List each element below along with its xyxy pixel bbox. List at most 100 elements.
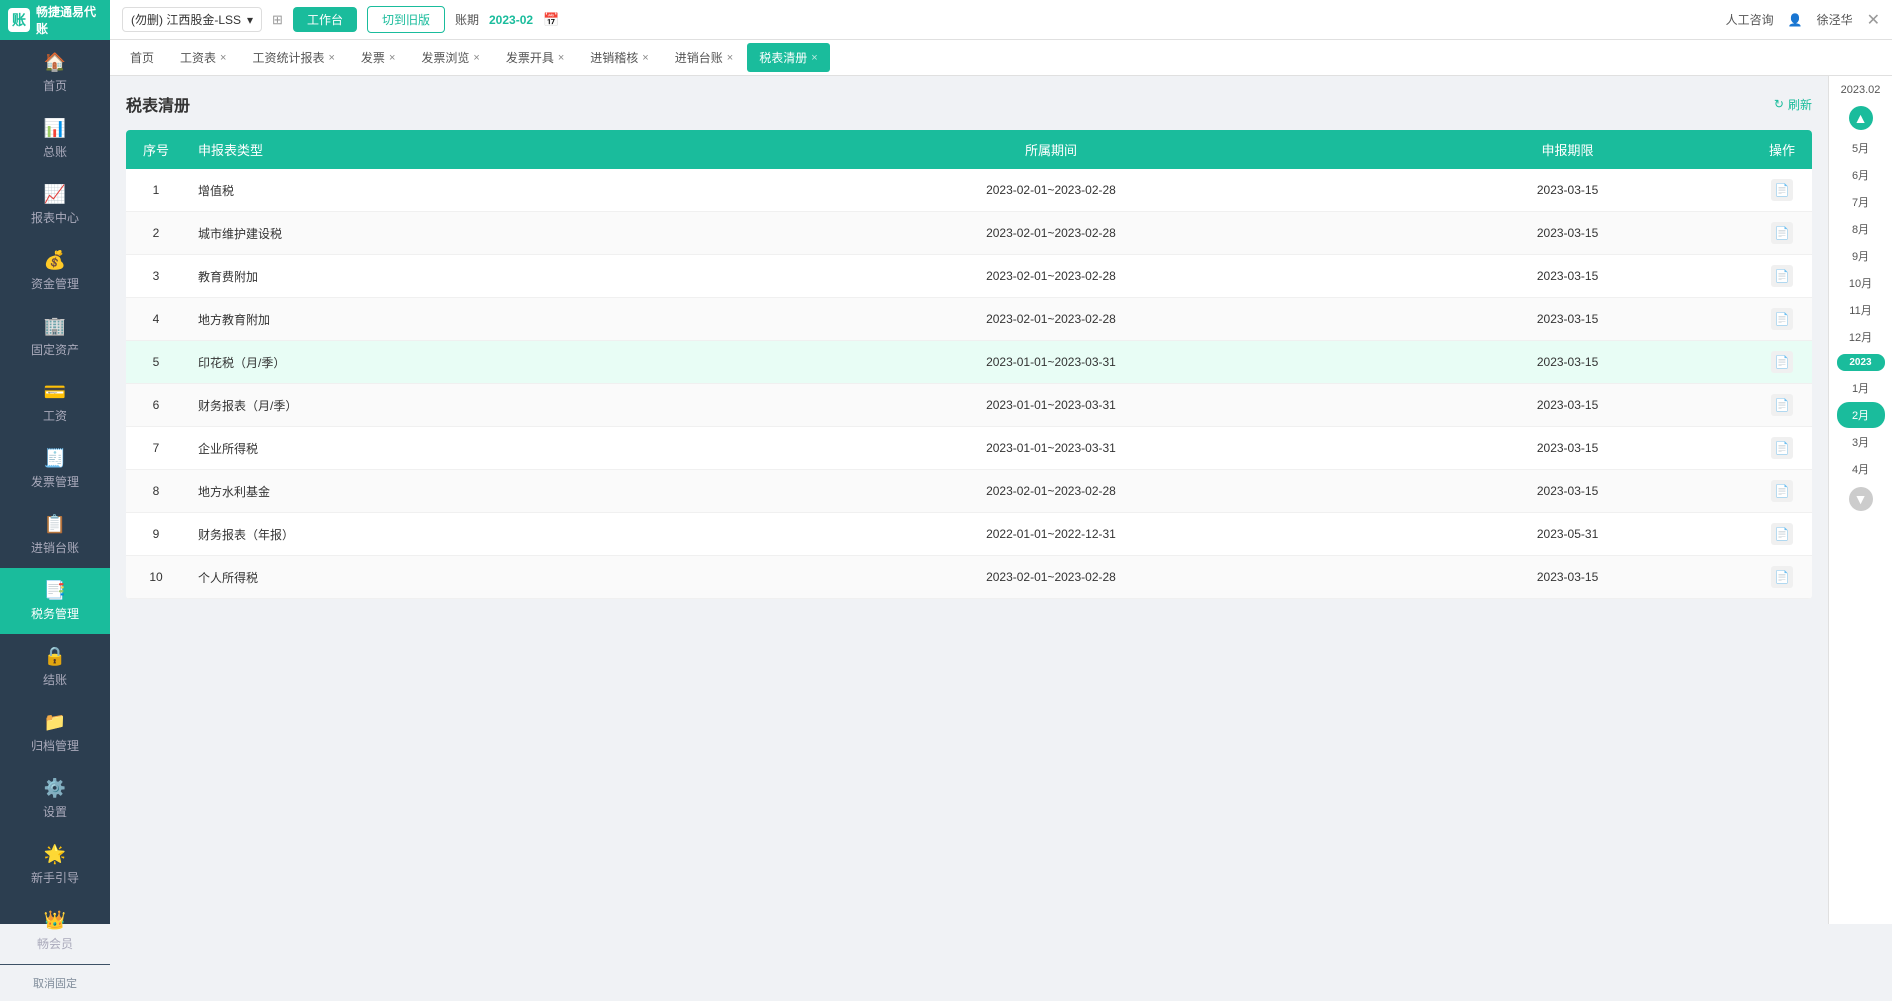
- page-header: 税表清册 ↻ 刷新: [126, 92, 1812, 116]
- tab-home[interactable]: 首页: [118, 43, 166, 72]
- cell-action: 📄: [1752, 556, 1812, 599]
- cancel-pin-button[interactable]: 取消固定: [0, 964, 110, 1001]
- document-action-icon[interactable]: 📄: [1771, 308, 1793, 330]
- sidebar-item-guide[interactable]: 🌟 新手引导: [0, 832, 110, 898]
- switch-version-button[interactable]: 切到旧版: [367, 6, 445, 33]
- sidebar-item-home[interactable]: 🏠 首页: [0, 40, 110, 106]
- timeline-scroll-up-button[interactable]: ▲: [1849, 106, 1873, 130]
- cell-type: 增值税: [186, 169, 719, 212]
- sidebar-item-salary[interactable]: 💳 工资: [0, 370, 110, 436]
- cell-action: 📄: [1752, 169, 1812, 212]
- tab-purchase-check[interactable]: 进销稽核 ×: [578, 43, 660, 72]
- tab-close-icon[interactable]: ×: [727, 52, 733, 64]
- document-action-icon[interactable]: 📄: [1771, 179, 1793, 201]
- sidebar-item-asset[interactable]: 🏢 固定资产: [0, 304, 110, 370]
- sidebar-item-sales[interactable]: 📋 进销台账: [0, 502, 110, 568]
- document-action-icon[interactable]: 📄: [1771, 394, 1793, 416]
- workbench-button[interactable]: 工作台: [293, 7, 357, 32]
- sidebar-item-archive[interactable]: 📁 归档管理: [0, 700, 110, 766]
- timeline-month-item[interactable]: 7月: [1837, 189, 1885, 215]
- col-header-seq: 序号: [126, 130, 186, 169]
- timeline-month-item[interactable]: 11月: [1837, 297, 1885, 323]
- timeline-month-item[interactable]: 8月: [1837, 216, 1885, 242]
- cell-deadline: 2023-03-15: [1383, 427, 1752, 470]
- col-header-type: 申报表类型: [186, 130, 719, 169]
- cell-seq: 2: [126, 212, 186, 255]
- cell-action: 📄: [1752, 513, 1812, 556]
- timeline-scroll-down-button[interactable]: ▼: [1849, 487, 1873, 511]
- tab-invoice-browse[interactable]: 发票浏览 ×: [409, 43, 491, 72]
- document-action-icon[interactable]: 📄: [1771, 480, 1793, 502]
- timeline-month-item[interactable]: 4月: [1837, 456, 1885, 482]
- document-action-icon[interactable]: 📄: [1771, 351, 1793, 373]
- timeline-month-item[interactable]: 1月: [1837, 375, 1885, 401]
- sidebar-item-fund[interactable]: 💰 资金管理: [0, 238, 110, 304]
- sidebar-item-report[interactable]: 📈 报表中心: [0, 172, 110, 238]
- cell-period: 2023-02-01~2023-02-28: [719, 470, 1383, 513]
- document-action-icon[interactable]: 📄: [1771, 566, 1793, 588]
- table-row: 8 地方水利基金 2023-02-01~2023-02-28 2023-03-1…: [126, 470, 1812, 513]
- document-action-icon[interactable]: 📄: [1771, 523, 1793, 545]
- tab-close-icon[interactable]: ×: [642, 52, 648, 64]
- tab-close-icon[interactable]: ×: [328, 52, 334, 64]
- tab-close-icon[interactable]: ×: [558, 52, 564, 64]
- table-row: 2 城市维护建设税 2023-02-01~2023-02-28 2023-03-…: [126, 212, 1812, 255]
- cell-deadline: 2023-03-15: [1383, 556, 1752, 599]
- tab-salary-report[interactable]: 工资统计报表 ×: [240, 43, 346, 72]
- tab-close-icon[interactable]: ×: [389, 52, 395, 64]
- sidebar-item-closing[interactable]: 🔒 结账: [0, 634, 110, 700]
- timeline-month-item[interactable]: 12月: [1837, 324, 1885, 350]
- salary-icon: 💳: [44, 382, 66, 403]
- sidebar-item-settings[interactable]: ⚙️ 设置: [0, 766, 110, 832]
- cell-deadline: 2023-03-15: [1383, 169, 1752, 212]
- sidebar-item-ledger[interactable]: 📊 总账: [0, 106, 110, 172]
- cell-deadline: 2023-03-15: [1383, 470, 1752, 513]
- cell-seq: 7: [126, 427, 186, 470]
- sidebar-item-tax[interactable]: 📑 税务管理: [0, 568, 110, 634]
- logo-text: 畅捷通易代账: [36, 3, 102, 37]
- ai-consult-button[interactable]: 人工咨询: [1726, 11, 1774, 28]
- tab-close-icon[interactable]: ×: [473, 52, 479, 64]
- asset-icon: 🏢: [44, 316, 66, 337]
- col-header-action: 操作: [1752, 130, 1812, 169]
- tab-close-icon[interactable]: ×: [811, 52, 817, 64]
- sidebar-item-label: 结账: [43, 671, 67, 688]
- sidebar: 账 畅捷通易代账 🏠 首页 📊 总账 📈 报表中心 💰 资金管理 🏢 固定资产 …: [0, 0, 110, 924]
- tab-purchase-ledger[interactable]: 进销台账 ×: [663, 43, 745, 72]
- close-window-button[interactable]: ✕: [1867, 10, 1880, 30]
- sidebar-item-invoice[interactable]: 🧾 发票管理: [0, 436, 110, 502]
- cell-period: 2023-02-01~2023-02-28: [719, 255, 1383, 298]
- sidebar-item-label: 工资: [43, 407, 67, 424]
- tab-tax-return[interactable]: 税表清册 ×: [747, 43, 829, 72]
- timeline-panel: 2023.02 ▲ 5月6月7月8月9月10月11月12月20231月2月3月4…: [1828, 76, 1892, 924]
- timeline-month-item[interactable]: 2月: [1837, 402, 1885, 428]
- company-select[interactable]: (勿删) 江西股金-LSS ▾: [122, 7, 262, 32]
- table-row: 3 教育费附加 2023-02-01~2023-02-28 2023-03-15…: [126, 255, 1812, 298]
- tab-close-icon[interactable]: ×: [220, 52, 226, 64]
- timeline-month-item[interactable]: 10月: [1837, 270, 1885, 296]
- refresh-button[interactable]: ↻ 刷新: [1774, 96, 1812, 113]
- cell-period: 2023-02-01~2023-02-28: [719, 169, 1383, 212]
- cell-deadline: 2023-03-15: [1383, 298, 1752, 341]
- sidebar-item-member[interactable]: 👑 畅会员: [0, 898, 110, 964]
- cell-period: 2023-02-01~2023-02-28: [719, 556, 1383, 599]
- document-action-icon[interactable]: 📄: [1771, 222, 1793, 244]
- col-header-deadline: 申报期限: [1383, 130, 1752, 169]
- timeline-year-label[interactable]: 2023: [1837, 354, 1885, 371]
- document-action-icon[interactable]: 📄: [1771, 265, 1793, 287]
- timeline-month-item[interactable]: 5月: [1837, 135, 1885, 161]
- tab-invoice-open[interactable]: 发票开具 ×: [494, 43, 576, 72]
- tab-salary[interactable]: 工资表 ×: [168, 43, 238, 72]
- period-label: 账期: [455, 11, 479, 28]
- refresh-icon: ↻: [1774, 97, 1784, 111]
- timeline-month-item[interactable]: 9月: [1837, 243, 1885, 269]
- sidebar-item-label: 畅会员: [37, 935, 73, 952]
- document-action-icon[interactable]: 📄: [1771, 437, 1793, 459]
- sidebar-item-label: 首页: [43, 77, 67, 94]
- tab-invoice[interactable]: 发票 ×: [349, 43, 407, 72]
- calendar-icon[interactable]: 📅: [543, 12, 559, 28]
- timeline-month-item[interactable]: 6月: [1837, 162, 1885, 188]
- cell-deadline: 2023-03-15: [1383, 341, 1752, 384]
- user-name: 徐泾华: [1817, 11, 1853, 28]
- timeline-month-item[interactable]: 3月: [1837, 429, 1885, 455]
